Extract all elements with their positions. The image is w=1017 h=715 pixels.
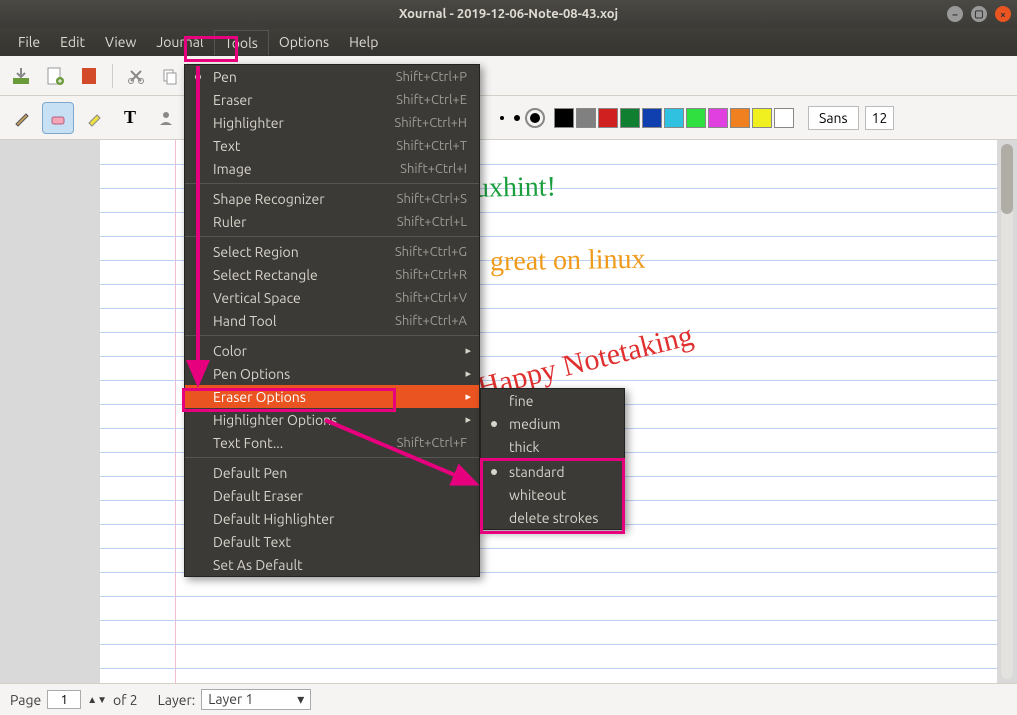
menu-item-highlighter-options[interactable]: Highlighter Options	[185, 408, 479, 431]
page-number-input[interactable]	[47, 690, 81, 709]
minimize-button[interactable]: –	[947, 6, 963, 22]
menu-edit[interactable]: Edit	[50, 30, 95, 54]
thickness-fine[interactable]	[500, 116, 504, 120]
menu-item-default-pen[interactable]: Default Pen	[185, 461, 479, 484]
maximize-button[interactable]: ▢	[971, 6, 987, 22]
submenu-item-delete-strokes[interactable]: delete strokes	[481, 506, 624, 529]
layer-select[interactable]: Layer 1▾	[201, 689, 311, 710]
submenu-item-fine[interactable]: fine	[481, 389, 624, 412]
submenu-item-whiteout[interactable]: whiteout	[481, 483, 624, 506]
eraser-options-submenu: finemediumthickstandardwhiteoutdelete st…	[480, 388, 625, 530]
menu-item-eraser[interactable]: EraserShift+Ctrl+E	[185, 88, 479, 111]
submenu-item-standard[interactable]: standard	[481, 460, 624, 483]
font-name-field[interactable]: Sans	[808, 106, 859, 130]
copy-button[interactable]	[155, 61, 185, 91]
tool-toolbar: T Sans 12	[0, 96, 1017, 140]
menu-item-text-font-[interactable]: Text Font...Shift+Ctrl+F	[185, 431, 479, 454]
color-swatch[interactable]	[576, 108, 596, 128]
menu-item-vertical-space[interactable]: Vertical SpaceShift+Ctrl+V	[185, 286, 479, 309]
submenu-item-thick[interactable]: thick	[481, 435, 624, 458]
color-swatch[interactable]	[730, 108, 750, 128]
page-plus-icon	[45, 66, 65, 86]
menu-item-select-region[interactable]: Select RegionShift+Ctrl+G	[185, 240, 479, 263]
thickness-medium[interactable]	[514, 115, 520, 121]
menu-journal[interactable]: Journal	[146, 30, 213, 54]
highlighter-icon	[85, 109, 103, 127]
color-swatch[interactable]	[620, 108, 640, 128]
menubar: File Edit View Journal Tools Options Hel…	[0, 28, 1017, 56]
color-palette	[554, 108, 794, 128]
menu-item-color[interactable]: Color	[185, 339, 479, 362]
new-page-button[interactable]	[40, 61, 70, 91]
menu-item-text[interactable]: TextShift+Ctrl+T	[185, 134, 479, 157]
layer-label: Layer:	[158, 692, 196, 708]
color-swatch[interactable]	[774, 108, 794, 128]
thickness-group	[500, 113, 540, 123]
color-swatch[interactable]	[708, 108, 728, 128]
save-icon	[11, 66, 31, 86]
color-swatch[interactable]	[642, 108, 662, 128]
menu-item-hand-tool[interactable]: Hand ToolShift+Ctrl+A	[185, 309, 479, 332]
submenu-item-medium[interactable]: medium	[481, 412, 624, 435]
menu-tools[interactable]: Tools	[214, 30, 269, 55]
page-red-icon	[79, 66, 99, 86]
save-button[interactable]	[6, 61, 36, 91]
font-size-field[interactable]: 12	[865, 106, 895, 130]
page-label: Page	[10, 692, 41, 708]
menu-item-highlighter[interactable]: HighlighterShift+Ctrl+H	[185, 111, 479, 134]
scissors-icon	[127, 67, 145, 85]
image-tool[interactable]	[150, 102, 182, 134]
menu-help[interactable]: Help	[339, 30, 388, 54]
menu-item-pen[interactable]: PenShift+Ctrl+P	[185, 65, 479, 88]
text-tool[interactable]: T	[114, 102, 146, 134]
close-button[interactable]: ×	[995, 6, 1011, 22]
menu-view[interactable]: View	[95, 30, 146, 54]
menu-file[interactable]: File	[8, 30, 50, 54]
color-swatch[interactable]	[752, 108, 772, 128]
color-swatch[interactable]	[686, 108, 706, 128]
status-bar: Page ▲▼ of 2 Layer: Layer 1▾	[0, 683, 1017, 715]
page-of-label: of 2	[113, 692, 138, 708]
color-swatch[interactable]	[598, 108, 618, 128]
margin-line	[175, 140, 176, 683]
eraser-icon	[49, 109, 67, 127]
person-icon	[157, 109, 175, 127]
menu-item-eraser-options[interactable]: Eraser Options	[185, 385, 479, 408]
title-bar: Xournal - 2019-12-06-Note-08-43.xoj – ▢ …	[0, 0, 1017, 28]
menu-item-pen-options[interactable]: Pen Options	[185, 362, 479, 385]
vertical-scrollbar[interactable]	[1001, 144, 1013, 679]
tools-dropdown: PenShift+Ctrl+PEraserShift+Ctrl+EHighlig…	[184, 64, 480, 577]
window-title: Xournal - 2019-12-06-Note-08-43.xoj	[399, 7, 618, 21]
menu-item-set-as-default[interactable]: Set As Default	[185, 553, 479, 576]
cut-button[interactable]	[121, 61, 151, 91]
menu-item-ruler[interactable]: RulerShift+Ctrl+L	[185, 210, 479, 233]
pen-icon	[13, 109, 31, 127]
highlighter-tool[interactable]	[78, 102, 110, 134]
eraser-tool[interactable]	[42, 102, 74, 134]
color-swatch[interactable]	[554, 108, 574, 128]
color-swatch[interactable]	[664, 108, 684, 128]
menu-item-default-eraser[interactable]: Default Eraser	[185, 484, 479, 507]
menu-item-image[interactable]: ImageShift+Ctrl+I	[185, 157, 479, 180]
menu-item-default-highlighter[interactable]: Default Highlighter	[185, 507, 479, 530]
menu-item-shape-recognizer[interactable]: Shape RecognizerShift+Ctrl+S	[185, 187, 479, 210]
scroll-thumb[interactable]	[1001, 144, 1013, 214]
menu-item-default-text[interactable]: Default Text	[185, 530, 479, 553]
annotate-button[interactable]	[74, 61, 104, 91]
menu-item-select-rectangle[interactable]: Select RectangleShift+Ctrl+R	[185, 263, 479, 286]
thickness-thick[interactable]	[530, 113, 540, 123]
copy-icon	[161, 67, 179, 85]
main-toolbar	[0, 56, 1017, 96]
pen-tool[interactable]	[6, 102, 38, 134]
menu-options[interactable]: Options	[269, 30, 339, 54]
